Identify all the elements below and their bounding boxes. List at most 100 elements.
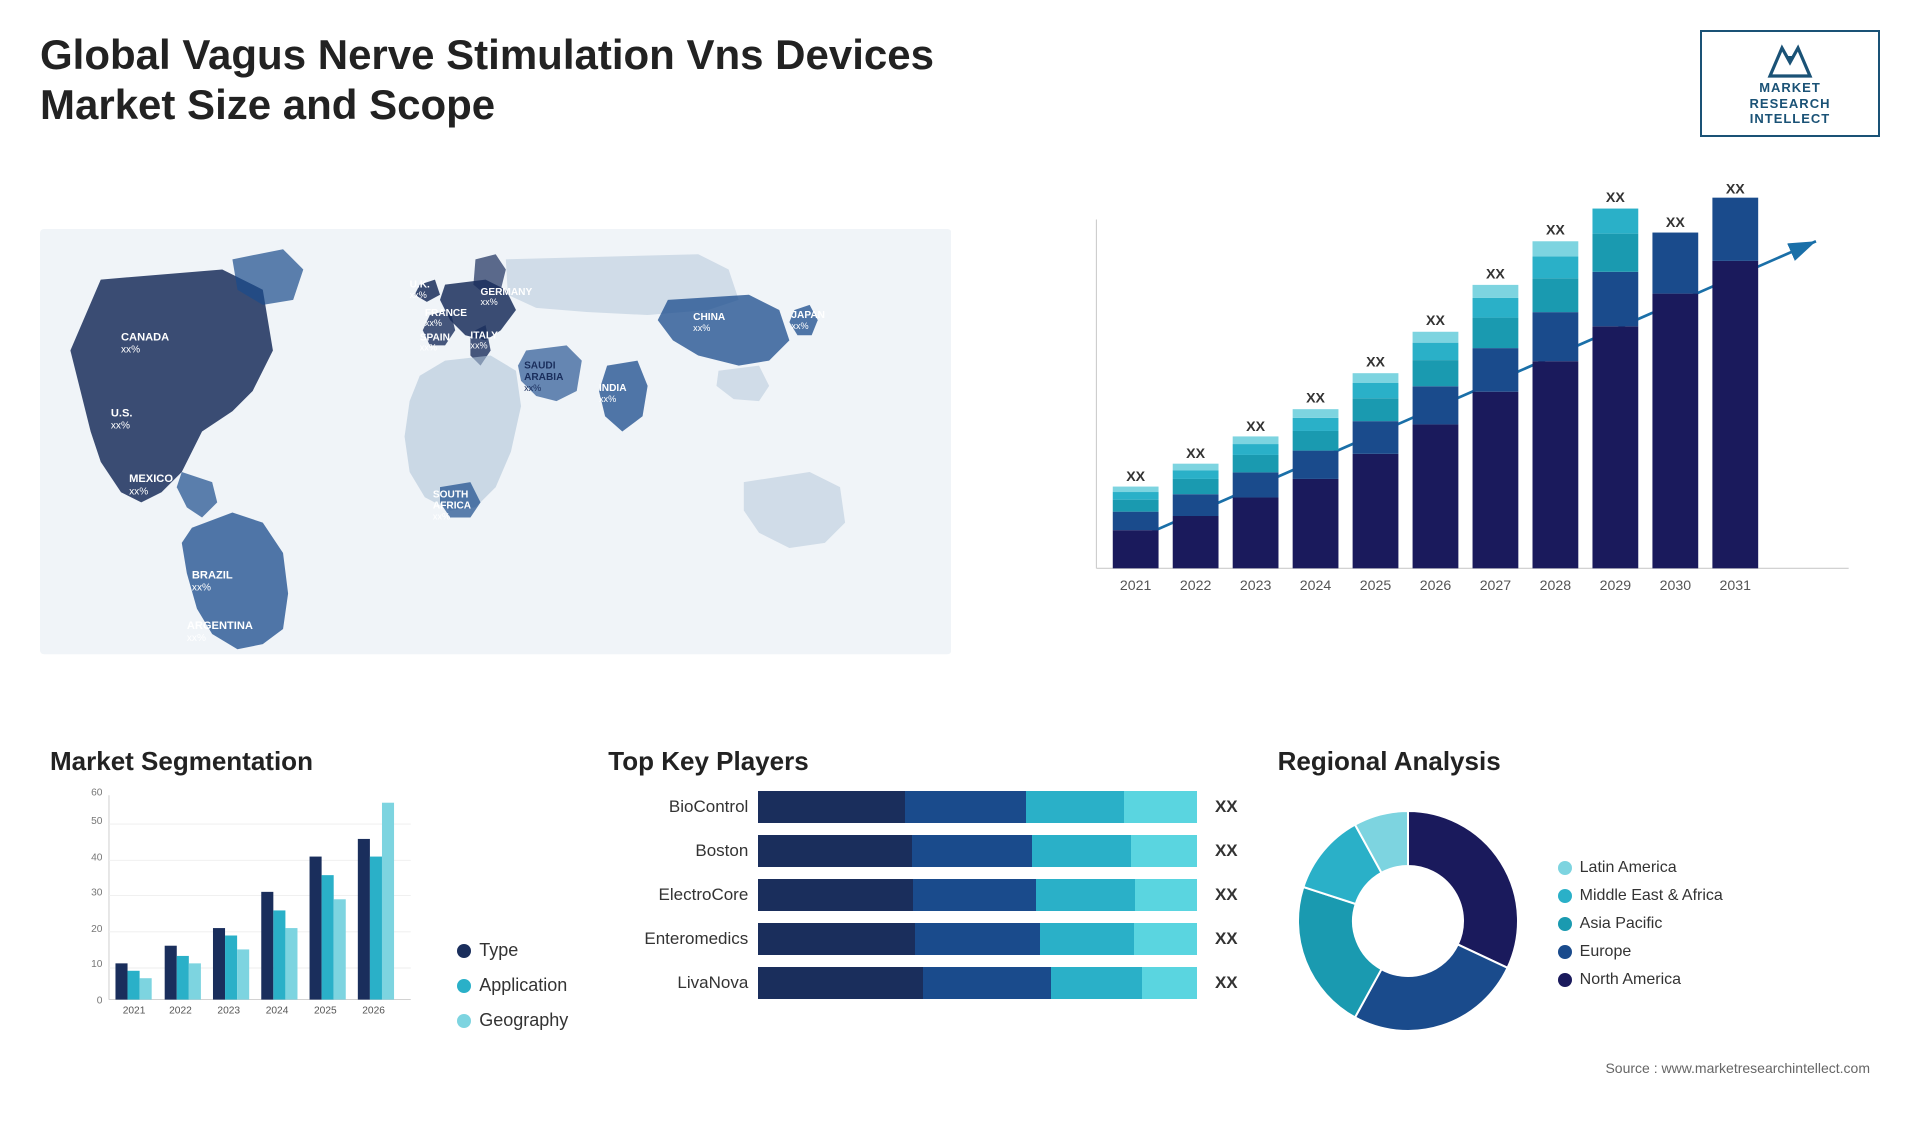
donut-area: Latin AmericaMiddle East & AfricaAsia Pa…: [1278, 791, 1870, 1056]
svg-text:2023: 2023: [217, 1006, 240, 1017]
svg-text:JAPAN: JAPAN: [791, 310, 825, 321]
donut-svg-wrap: [1278, 791, 1538, 1056]
player-bar-segment: [758, 879, 912, 911]
player-bar-track: [758, 967, 1197, 999]
svg-text:40: 40: [91, 852, 103, 863]
region-color-dot: [1558, 889, 1572, 903]
player-bar-segment: [915, 923, 1040, 955]
svg-text:0: 0: [97, 995, 103, 1006]
bar-chart-section: XX XX XX: [971, 157, 1880, 726]
regional-legend-item: Latin America: [1558, 859, 1723, 877]
players-list: BioControlXXBostonXXElectroCoreXXEnterom…: [608, 791, 1237, 999]
player-name: LivaNova: [608, 973, 748, 993]
legend-dot-application: [457, 979, 471, 993]
svg-text:xx%: xx%: [410, 290, 427, 300]
svg-text:2030: 2030: [1660, 578, 1692, 594]
svg-text:2021: 2021: [1120, 578, 1152, 594]
svg-text:2022: 2022: [169, 1006, 192, 1017]
svg-text:MEXICO: MEXICO: [129, 473, 173, 485]
logo-text: MARKET RESEARCH INTELLECT: [1750, 80, 1831, 127]
player-row: BioControl XX: [608, 791, 1237, 823]
svg-text:SAUDI: SAUDI: [524, 360, 556, 371]
legend-item-type: Type: [457, 940, 568, 961]
donut-segment: [1355, 944, 1508, 1031]
player-bar-segment: [923, 967, 1051, 999]
svg-text:xx%: xx%: [111, 420, 130, 431]
svg-text:2025: 2025: [314, 1006, 337, 1017]
player-bar-track: [758, 835, 1197, 867]
region-label: Latin America: [1580, 859, 1677, 877]
players-title: Top Key Players: [608, 746, 1237, 777]
svg-text:xx%: xx%: [599, 394, 616, 404]
map-section: CANADA xx% U.S. xx% MEXICO xx% BRAZIL xx…: [40, 157, 951, 726]
top-row: CANADA xx% U.S. xx% MEXICO xx% BRAZIL xx…: [40, 157, 1880, 726]
seg-chart-svg-wrap: 0 10 20 30 40 50 60: [50, 786, 437, 1051]
svg-text:2029: 2029: [1600, 578, 1632, 594]
donut-svg: [1278, 791, 1538, 1051]
svg-text:xx%: xx%: [470, 340, 487, 350]
player-name: BioControl: [608, 797, 748, 817]
svg-text:2028: 2028: [1540, 578, 1572, 594]
player-value-label: XX: [1215, 929, 1238, 949]
svg-text:60: 60: [91, 787, 103, 798]
player-bar-segment: [912, 835, 1033, 867]
region-color-dot: [1558, 861, 1572, 875]
legend-dot-type: [457, 944, 471, 958]
donut-segment: [1408, 811, 1518, 968]
header: Global Vagus Nerve Stimulation Vns Devic…: [40, 30, 1880, 137]
source-text: Source : www.marketresearchintellect.com: [1278, 1060, 1870, 1076]
seg-legend: Type Application Geography: [457, 940, 568, 1051]
player-name: ElectroCore: [608, 885, 748, 905]
svg-text:AFRICA: AFRICA: [433, 500, 472, 511]
svg-text:2023: 2023: [1240, 578, 1272, 594]
player-bar-segment: [1036, 879, 1135, 911]
svg-text:XX: XX: [1366, 354, 1385, 370]
player-bar-segment: [758, 791, 904, 823]
svg-text:XX: XX: [1426, 313, 1445, 329]
player-bar-segment: [1131, 835, 1197, 867]
svg-text:2027: 2027: [1480, 578, 1512, 594]
logo-icon: [1765, 40, 1815, 80]
svg-text:2026: 2026: [362, 1006, 385, 1017]
legend-dot-geography: [457, 1014, 471, 1028]
player-value-label: XX: [1215, 797, 1238, 817]
player-row: ElectroCoreXX: [608, 879, 1237, 911]
regional-legend-item: North America: [1558, 971, 1723, 989]
svg-text:XX: XX: [1486, 266, 1505, 282]
legend-label-type: Type: [479, 940, 518, 961]
svg-text:xx%: xx%: [192, 582, 211, 593]
world-map-svg: CANADA xx% U.S. xx% MEXICO xx% BRAZIL xx…: [40, 157, 951, 726]
region-color-dot: [1558, 917, 1572, 931]
player-row: LivaNova XX: [608, 967, 1237, 999]
regional-legend-item: Middle East & Africa: [1558, 887, 1723, 905]
svg-text:xx%: xx%: [425, 318, 442, 328]
player-bar-segment: [758, 835, 912, 867]
region-color-dot: [1558, 973, 1572, 987]
svg-text:ARGENTINA: ARGENTINA: [187, 620, 253, 632]
player-bar-track: [758, 879, 1197, 911]
svg-text:XX: XX: [1127, 469, 1146, 485]
page-container: Global Vagus Nerve Stimulation Vns Devic…: [0, 0, 1920, 1146]
svg-text:CANADA: CANADA: [121, 331, 169, 343]
player-bar-segment: [758, 923, 915, 955]
svg-text:XX: XX: [1726, 181, 1745, 197]
svg-text:2024: 2024: [1300, 578, 1332, 594]
svg-text:xx%: xx%: [420, 342, 437, 352]
regional-title: Regional Analysis: [1278, 746, 1870, 777]
player-value-label: XX: [1215, 973, 1238, 993]
svg-text:2021: 2021: [123, 1006, 146, 1017]
svg-text:XX: XX: [1606, 190, 1625, 206]
logo-box: MARKET RESEARCH INTELLECT: [1700, 30, 1880, 137]
player-bar-segment: [758, 967, 923, 999]
svg-text:xx%: xx%: [433, 511, 450, 521]
player-bar-segment: [1026, 791, 1123, 823]
seg-chart-area: 0 10 20 30 40 50 60: [50, 791, 568, 1051]
bar-chart-svg: XX XX XX: [1031, 167, 1860, 686]
player-bar-segment: [1135, 879, 1197, 911]
svg-text:CHINA: CHINA: [693, 312, 726, 323]
region-label: Middle East & Africa: [1580, 887, 1723, 905]
player-value-label: XX: [1215, 841, 1238, 861]
regional-section: Regional Analysis Latin America Middle Ea…: [1268, 736, 1880, 1116]
svg-text:BRAZIL: BRAZIL: [192, 569, 233, 581]
region-label: North America: [1580, 971, 1681, 989]
